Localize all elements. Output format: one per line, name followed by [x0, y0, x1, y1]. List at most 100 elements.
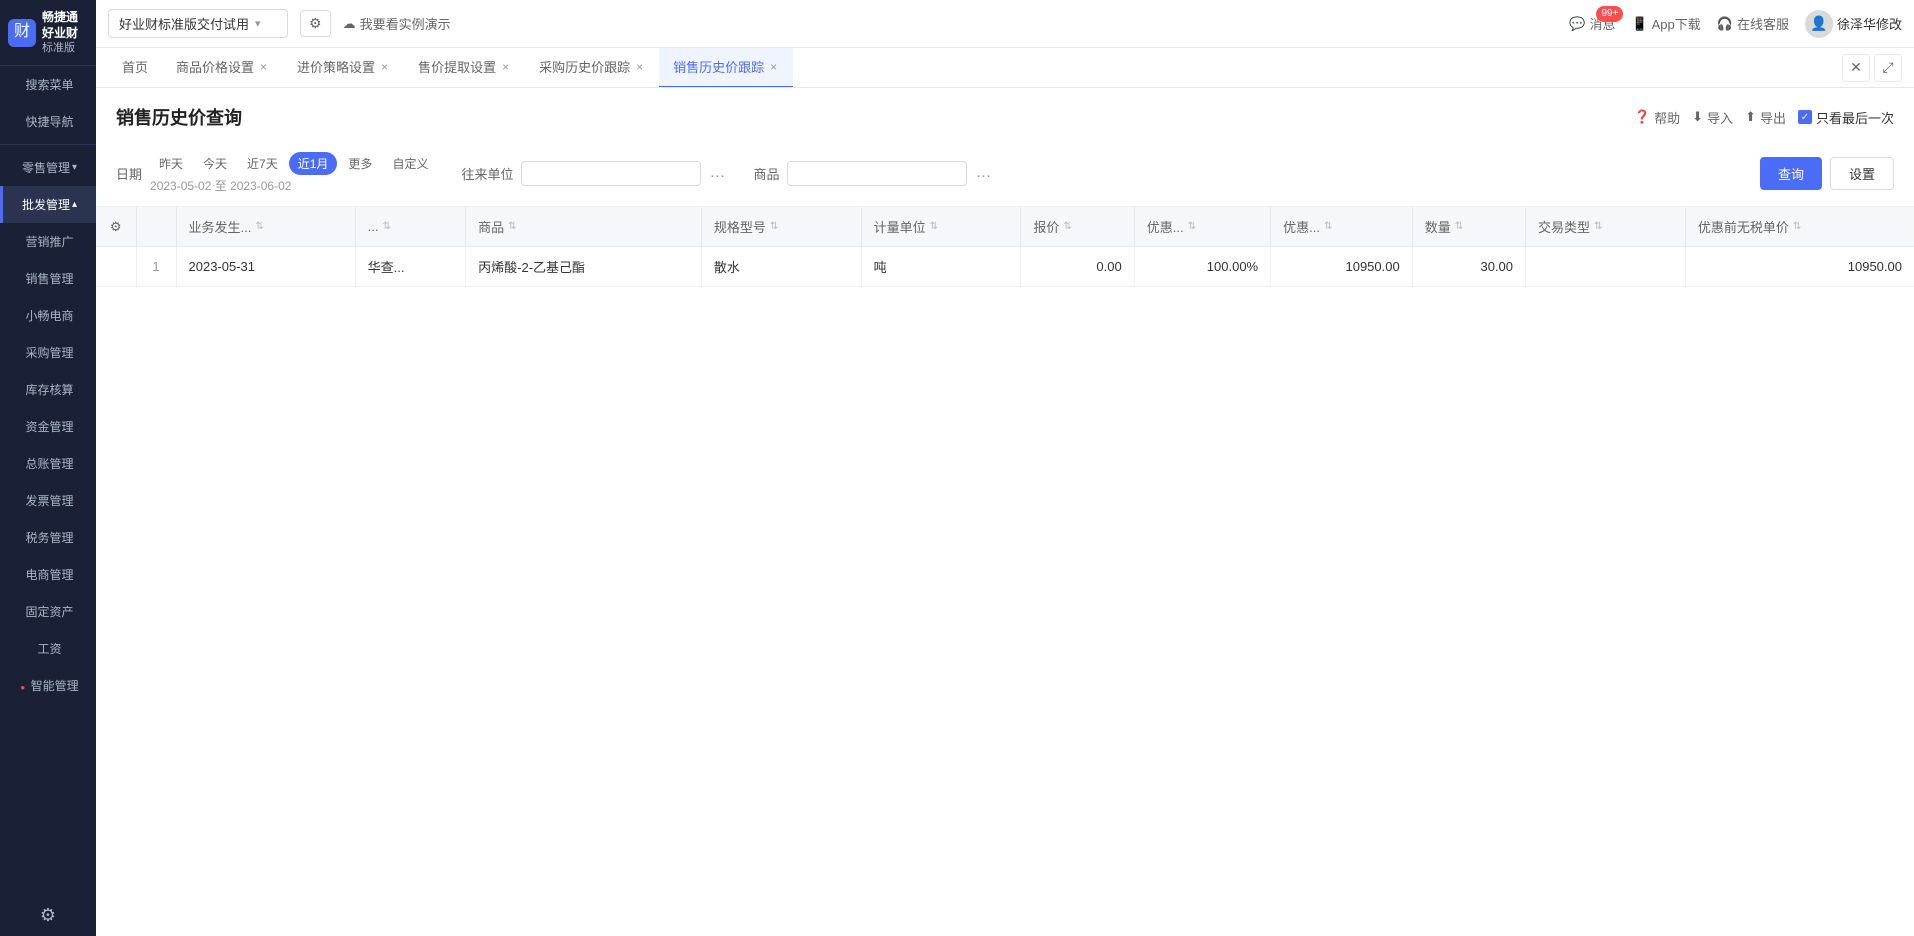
sidebar-item-fixed-assets[interactable]: 固定资产	[0, 593, 96, 630]
date-btn-today[interactable]: 今天	[194, 152, 236, 175]
row-seq-cell: 1	[136, 247, 176, 287]
tab-purchase-strategy[interactable]: 进价策略设置 ×	[283, 48, 404, 88]
app-name: 畅捷通好业财 标准版	[42, 10, 88, 55]
tab-sale-history[interactable]: 销售历史价跟踪 ×	[659, 48, 793, 88]
th-product[interactable]: 商品 ⇅	[466, 207, 702, 247]
page-header: 销售历史价查询 ❓ 帮助 ⬇ 导入 ⬆ 导出 ✓ 只看最后一次	[96, 88, 1914, 140]
import-link[interactable]: ⬇ 导入	[1692, 108, 1733, 127]
message-button[interactable]: 💬 消息 99+	[1569, 14, 1615, 33]
sidebar-item-wholesale[interactable]: 批发管理 ▴	[0, 186, 96, 223]
source-dots[interactable]: …	[705, 162, 729, 184]
th-trade-type[interactable]: 交易类型 ⇅	[1526, 207, 1686, 247]
th-product-label: 商品	[478, 217, 504, 236]
date-btn-more[interactable]: 更多	[339, 152, 381, 175]
th-price[interactable]: 报价 ⇅	[1021, 207, 1134, 247]
sidebar-item-label: 快捷导航	[25, 115, 73, 129]
help-link[interactable]: ❓ 帮助	[1634, 108, 1680, 127]
demo-link[interactable]: ☁ 我要看实例演示	[343, 14, 451, 33]
online-service-label: 在线客服	[1737, 14, 1789, 33]
th-discount2[interactable]: 优惠... ⇅	[1271, 207, 1413, 247]
logo-icon: 财	[8, 19, 36, 47]
th-date[interactable]: 业务发生... ⇅	[176, 207, 355, 247]
sidebar-item-sales-mgmt[interactable]: 销售管理	[0, 260, 96, 297]
user-menu[interactable]: 👤 徐泽华修改	[1805, 10, 1902, 38]
sidebar-item-smart-mgmt[interactable]: ● 智能管理	[0, 667, 96, 704]
th-settings[interactable]: ⚙	[96, 207, 136, 247]
tab-home[interactable]: 首页	[108, 48, 162, 88]
search-button[interactable]: 查询	[1760, 157, 1822, 190]
sort-icon: ⇅	[1324, 221, 1332, 232]
sidebar-item-inventory[interactable]: 库存核算	[0, 371, 96, 408]
row-discount2-cell: 10950.00	[1271, 247, 1413, 287]
source-input[interactable]	[521, 161, 701, 186]
online-service-button[interactable]: 🎧 在线客服	[1717, 14, 1789, 33]
tab-label: 进价策略设置	[297, 57, 375, 76]
tab-close-icon[interactable]: ×	[379, 58, 390, 76]
tab-close-icon[interactable]: ×	[500, 58, 511, 76]
sidebar-item-search-menu[interactable]: 搜索菜单	[0, 66, 96, 103]
tab-purchase-history[interactable]: 采购历史价跟踪 ×	[525, 48, 659, 88]
tab-close-icon[interactable]: ×	[768, 58, 779, 76]
export-link[interactable]: ⬆ 导出	[1745, 108, 1786, 127]
sidebar-item-label: 销售管理	[25, 272, 73, 286]
expand-button[interactable]: ⤢	[1874, 54, 1902, 82]
sidebar-item-xiaocha-ecom[interactable]: 小畅电商	[0, 297, 96, 334]
close-icon: ✕	[1850, 59, 1862, 76]
checkbox-icon: ✓	[1798, 110, 1812, 124]
tab-label: 采购历史价跟踪	[539, 57, 630, 76]
chevron-down-icon: ▾	[72, 162, 77, 173]
app-download-button[interactable]: 📱 App下载	[1631, 14, 1700, 33]
th-qty-label: 数量	[1425, 217, 1451, 236]
sidebar-item-retail[interactable]: 零售管理 ▾	[0, 149, 96, 186]
sidebar-item-quick-nav[interactable]: 快捷导航	[0, 103, 96, 140]
date-btn-1month[interactable]: 近1月	[289, 152, 338, 175]
table-header-row: ⚙ 业务发生... ⇅ ... ⇅	[96, 207, 1914, 247]
title-select[interactable]: 好业财标准版交付试用 ▾	[108, 9, 288, 38]
th-pretax-price-label: 优惠前无税单价	[1698, 217, 1789, 236]
import-label: 导入	[1707, 108, 1733, 127]
table-container: ⚙ 业务发生... ⇅ ... ⇅	[96, 207, 1914, 287]
row-pretax-price-cell: 10950.00	[1685, 247, 1914, 287]
only-last-checkbox[interactable]: ✓ 只看最后一次	[1798, 108, 1894, 127]
sidebar-item-finance-mgmt[interactable]: 资金管理	[0, 408, 96, 445]
sidebar-settings-btn[interactable]: ⚙	[0, 895, 96, 936]
row-discount1-cell: 100.00%	[1134, 247, 1270, 287]
sidebar-item-general-ledger[interactable]: 总账管理	[0, 445, 96, 482]
sidebar-item-label: 智能管理	[31, 679, 79, 693]
sidebar-item-payroll[interactable]: 工资	[0, 630, 96, 667]
table-settings-icon[interactable]: ⚙	[110, 219, 122, 234]
source-filter-group: 往来单位 …	[461, 161, 729, 186]
th-pretax-price[interactable]: 优惠前无税单价 ⇅	[1685, 207, 1914, 247]
tab-close-icon[interactable]: ×	[258, 58, 269, 76]
date-btn-7days[interactable]: 近7天	[238, 152, 287, 175]
th-discount1[interactable]: 优惠... ⇅	[1134, 207, 1270, 247]
sidebar-item-invoice-mgmt[interactable]: 发票管理	[0, 482, 96, 519]
mobile-icon: 📱	[1631, 16, 1647, 32]
sidebar-item-label: 采购管理	[25, 346, 73, 360]
tab-close-icon[interactable]: ×	[634, 58, 645, 76]
product-dots[interactable]: …	[971, 162, 995, 184]
th-more[interactable]: ... ⇅	[355, 207, 466, 247]
th-more-label: ...	[368, 219, 379, 234]
topbar-settings-button[interactable]: ⚙	[300, 10, 331, 37]
date-btn-custom[interactable]: 自定义	[383, 152, 437, 175]
title-select-label: 好业财标准版交付试用	[119, 14, 249, 33]
sidebar-item-marketing[interactable]: 营销推广	[0, 223, 96, 260]
date-btn-yesterday[interactable]: 昨天	[150, 152, 192, 175]
close-all-tabs-button[interactable]: ✕	[1842, 54, 1870, 82]
th-qty[interactable]: 数量 ⇅	[1412, 207, 1525, 247]
row-price-cell: 0.00	[1021, 247, 1134, 287]
product-input[interactable]	[787, 161, 967, 186]
sidebar-item-tax-mgmt[interactable]: 税务管理	[0, 519, 96, 556]
table-row[interactable]: 1 2023-05-31 华查... 丙烯酸-2-乙基己酯 散水 吨 0.00 …	[96, 247, 1914, 287]
th-unit[interactable]: 计量单位 ⇅	[861, 207, 1021, 247]
tab-product-price[interactable]: 商品价格设置 ×	[162, 48, 283, 88]
settings-button[interactable]: 设置	[1830, 157, 1894, 190]
sidebar-item-ecom-mgmt[interactable]: 电商管理	[0, 556, 96, 593]
filter-bar: 日期 昨天 今天 近7天 近1月 更多 自定义 2023-05-02 至 202…	[96, 140, 1914, 207]
th-spec[interactable]: 规格型号 ⇅	[701, 207, 861, 247]
sidebar-item-label: 搜索菜单	[25, 78, 73, 92]
tab-sale-price-extract[interactable]: 售价提取设置 ×	[404, 48, 525, 88]
sidebar-item-purchase-mgmt[interactable]: 采购管理	[0, 334, 96, 371]
tabbar: 首页 商品价格设置 × 进价策略设置 × 售价提取设置 × 采购历史价跟踪 × …	[96, 48, 1914, 88]
